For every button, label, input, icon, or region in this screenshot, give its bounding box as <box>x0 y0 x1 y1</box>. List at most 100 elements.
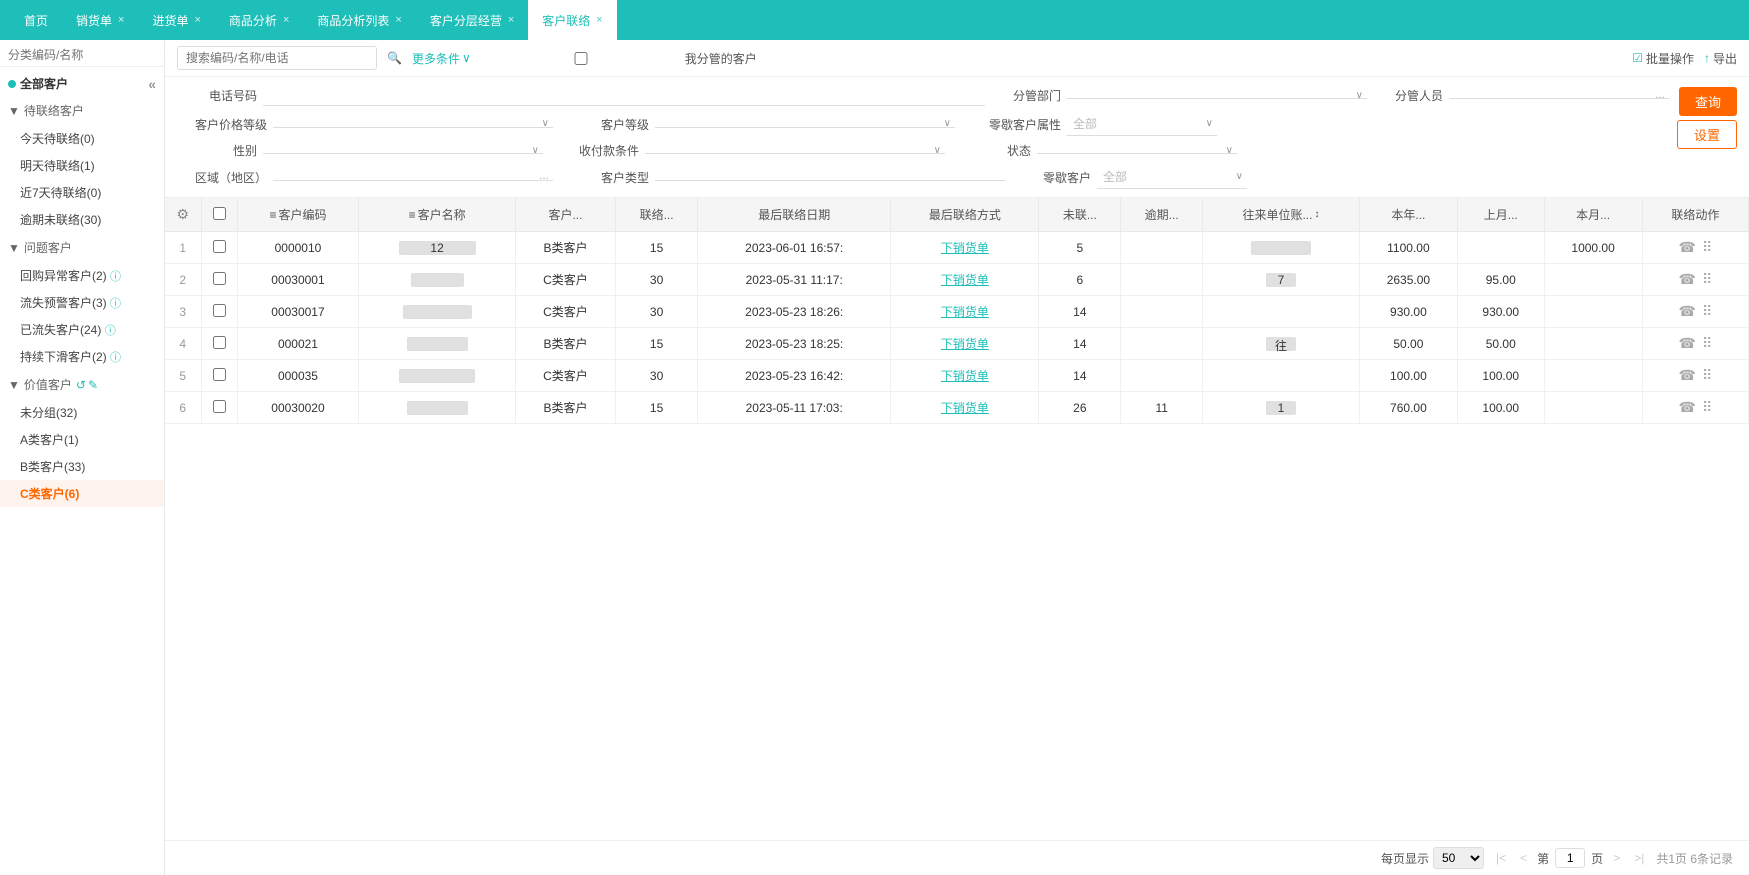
first-page-btn[interactable]: |< <box>1492 849 1510 867</box>
sidebar-item-warning[interactable]: 流失预警客户(3) ⓘ <box>0 289 164 316</box>
more-action-icon[interactable]: ⠿ <box>1702 303 1712 320</box>
filter-more-btn[interactable]: 更多条件 ∨ <box>412 50 471 67</box>
sidebar-item-today[interactable]: 今天待联络(0) <box>0 125 164 152</box>
payment-select[interactable]: ∨ <box>645 147 945 154</box>
last-page-btn[interactable]: >| <box>1630 849 1648 867</box>
price-level-select[interactable]: ∨ <box>273 121 553 128</box>
more-action-icon[interactable]: ⠿ <box>1702 271 1712 288</box>
close-product-analysis-icon[interactable]: × <box>283 14 289 26</box>
more-action-icon[interactable]: ⠿ <box>1702 367 1712 384</box>
more-action-icon[interactable]: ⠿ <box>1702 399 1712 416</box>
row-account <box>1203 232 1360 264</box>
contact-icon[interactable]: ☎ <box>1678 399 1695 416</box>
nav-product-list[interactable]: 商品分析列表 × <box>303 0 415 40</box>
row-last-method[interactable]: 下销货单 <box>891 264 1039 296</box>
nav-product-analysis[interactable]: 商品分析 × <box>215 0 303 40</box>
row-select-checkbox[interactable] <box>213 304 226 317</box>
th-name[interactable]: ≡客户名称 <box>359 198 515 232</box>
row-select-checkbox[interactable] <box>213 400 226 413</box>
sidebar-item-tomorrow[interactable]: 明天待联络(1) <box>0 152 164 179</box>
row-last-method[interactable]: 下销货单 <box>891 392 1039 424</box>
my-customers-checkbox-wrap[interactable]: 我分管的客户 <box>481 50 757 67</box>
th-customer-type[interactable]: 客户... <box>515 198 615 232</box>
batch-op-btn[interactable]: ☑ 批量操作 <box>1632 50 1694 67</box>
sidebar-item-7days[interactable]: 近7天待联络(0) <box>0 179 164 206</box>
row-last-method[interactable]: 下销货单 <box>891 232 1039 264</box>
contact-icon[interactable]: ☎ <box>1678 303 1695 320</box>
manager-select[interactable]: … <box>1449 92 1669 99</box>
sidebar-item-repurchase[interactable]: 回购异常客户(2) ⓘ <box>0 262 164 289</box>
gear-icon[interactable]: ⚙ <box>176 206 189 222</box>
th-last-month[interactable]: 上月... <box>1457 198 1544 232</box>
customer-level-select[interactable]: ∨ <box>655 121 955 128</box>
sidebar-search-input[interactable] <box>8 48 163 62</box>
query-btn[interactable]: 查询 <box>1679 87 1737 116</box>
sidebar-item-classB[interactable]: B类客户(33) <box>0 453 164 480</box>
customer-type-select[interactable] <box>655 174 1005 181</box>
more-action-icon[interactable]: ⠿ <box>1702 239 1712 256</box>
section-problem-customers[interactable]: ▼ 问题客户 <box>0 233 164 262</box>
close-customer-tier-icon[interactable]: × <box>508 14 514 26</box>
retail-attr-select[interactable]: 全部 ∨ <box>1067 112 1217 136</box>
region-select[interactable]: … <box>273 174 553 181</box>
th-gear[interactable]: ⚙ <box>165 198 201 232</box>
nav-customer-contact[interactable]: 客户联络 × <box>528 0 616 40</box>
next-page-btn[interactable]: > <box>1609 849 1624 867</box>
th-this-year[interactable]: 本年... <box>1359 198 1457 232</box>
sidebar-item-classC[interactable]: C类客户(6) <box>0 480 164 507</box>
nav-purchase[interactable]: 进货单 × <box>138 0 214 40</box>
th-contact-days[interactable]: 联络... <box>616 198 698 232</box>
th-last-method[interactable]: 最后联络方式 <box>891 198 1039 232</box>
row-select-checkbox[interactable] <box>213 272 226 285</box>
sidebar-all-customers[interactable]: 全部客户 « <box>0 67 164 96</box>
table-footer: 每页显示 50 100 200 |< < 第 页 > >| 共1页 6条记录 <box>165 840 1749 875</box>
sidebar-item-overdue[interactable]: 逾期未联络(30) <box>0 206 164 233</box>
row-last-method[interactable]: 下销货单 <box>891 328 1039 360</box>
row-select-checkbox[interactable] <box>213 336 226 349</box>
status-select[interactable]: ∨ <box>1037 147 1237 154</box>
row-last-method[interactable]: 下销货单 <box>891 296 1039 328</box>
nav-sales[interactable]: 销货单 × <box>62 0 138 40</box>
contact-icon[interactable]: ☎ <box>1678 335 1695 352</box>
sidebar-item-classA[interactable]: A类客户(1) <box>0 426 164 453</box>
section-pending-contact[interactable]: ▼ 待联络客户 <box>0 96 164 125</box>
gender-select[interactable]: ∨ <box>263 147 543 154</box>
phone-input[interactable] <box>263 85 985 106</box>
close-purchase-icon[interactable]: × <box>194 14 200 26</box>
page-size-select[interactable]: 50 100 200 <box>1433 847 1484 869</box>
contact-icon[interactable]: ☎ <box>1678 271 1695 288</box>
section-value-customers[interactable]: ▼ 价值客户 ↺ ✎ <box>0 370 164 399</box>
row-overdue <box>1121 232 1203 264</box>
th-code[interactable]: ≡客户编码 <box>237 198 359 232</box>
row-select-checkbox[interactable] <box>213 240 226 253</box>
sidebar-item-lost[interactable]: 已流失客户(24) ⓘ <box>0 316 164 343</box>
page-input[interactable] <box>1555 848 1585 868</box>
sidebar-item-ungrouped[interactable]: 未分组(32) <box>0 399 164 426</box>
th-account[interactable]: 往来单位账...↕ <box>1203 198 1360 232</box>
dept-select[interactable]: ∨ <box>1067 92 1367 99</box>
nav-home[interactable]: 首页 <box>10 0 62 40</box>
th-unlinked[interactable]: 未联... <box>1039 198 1121 232</box>
my-customers-checkbox[interactable] <box>481 52 681 65</box>
prev-page-btn[interactable]: < <box>1516 849 1531 867</box>
search-input[interactable] <box>177 46 377 70</box>
nav-customer-tier[interactable]: 客户分层经营 × <box>416 0 528 40</box>
close-sales-icon[interactable]: × <box>118 14 124 26</box>
retail-customer-select[interactable]: 全部 ∨ <box>1097 165 1247 189</box>
th-last-date[interactable]: 最后联络日期 <box>698 198 891 232</box>
close-customer-contact-icon[interactable]: × <box>596 14 602 26</box>
sidebar-item-declining[interactable]: 持续下滑客户(2) ⓘ <box>0 343 164 370</box>
th-this-month[interactable]: 本月... <box>1544 198 1642 232</box>
export-btn[interactable]: ↑ 导出 <box>1704 50 1737 67</box>
sidebar-collapse-icon[interactable]: « <box>148 76 156 92</box>
filter-search-icon[interactable]: 🔍 <box>387 51 402 65</box>
row-select-checkbox[interactable] <box>213 368 226 381</box>
th-overdue[interactable]: 逾期... <box>1121 198 1203 232</box>
contact-icon[interactable]: ☎ <box>1678 239 1695 256</box>
more-action-icon[interactable]: ⠿ <box>1702 335 1712 352</box>
row-last-method[interactable]: 下销货单 <box>891 360 1039 392</box>
select-all-checkbox[interactable] <box>213 207 226 220</box>
close-product-list-icon[interactable]: × <box>395 14 401 26</box>
contact-icon[interactable]: ☎ <box>1678 367 1695 384</box>
settings-btn[interactable]: 设置 <box>1677 120 1737 149</box>
